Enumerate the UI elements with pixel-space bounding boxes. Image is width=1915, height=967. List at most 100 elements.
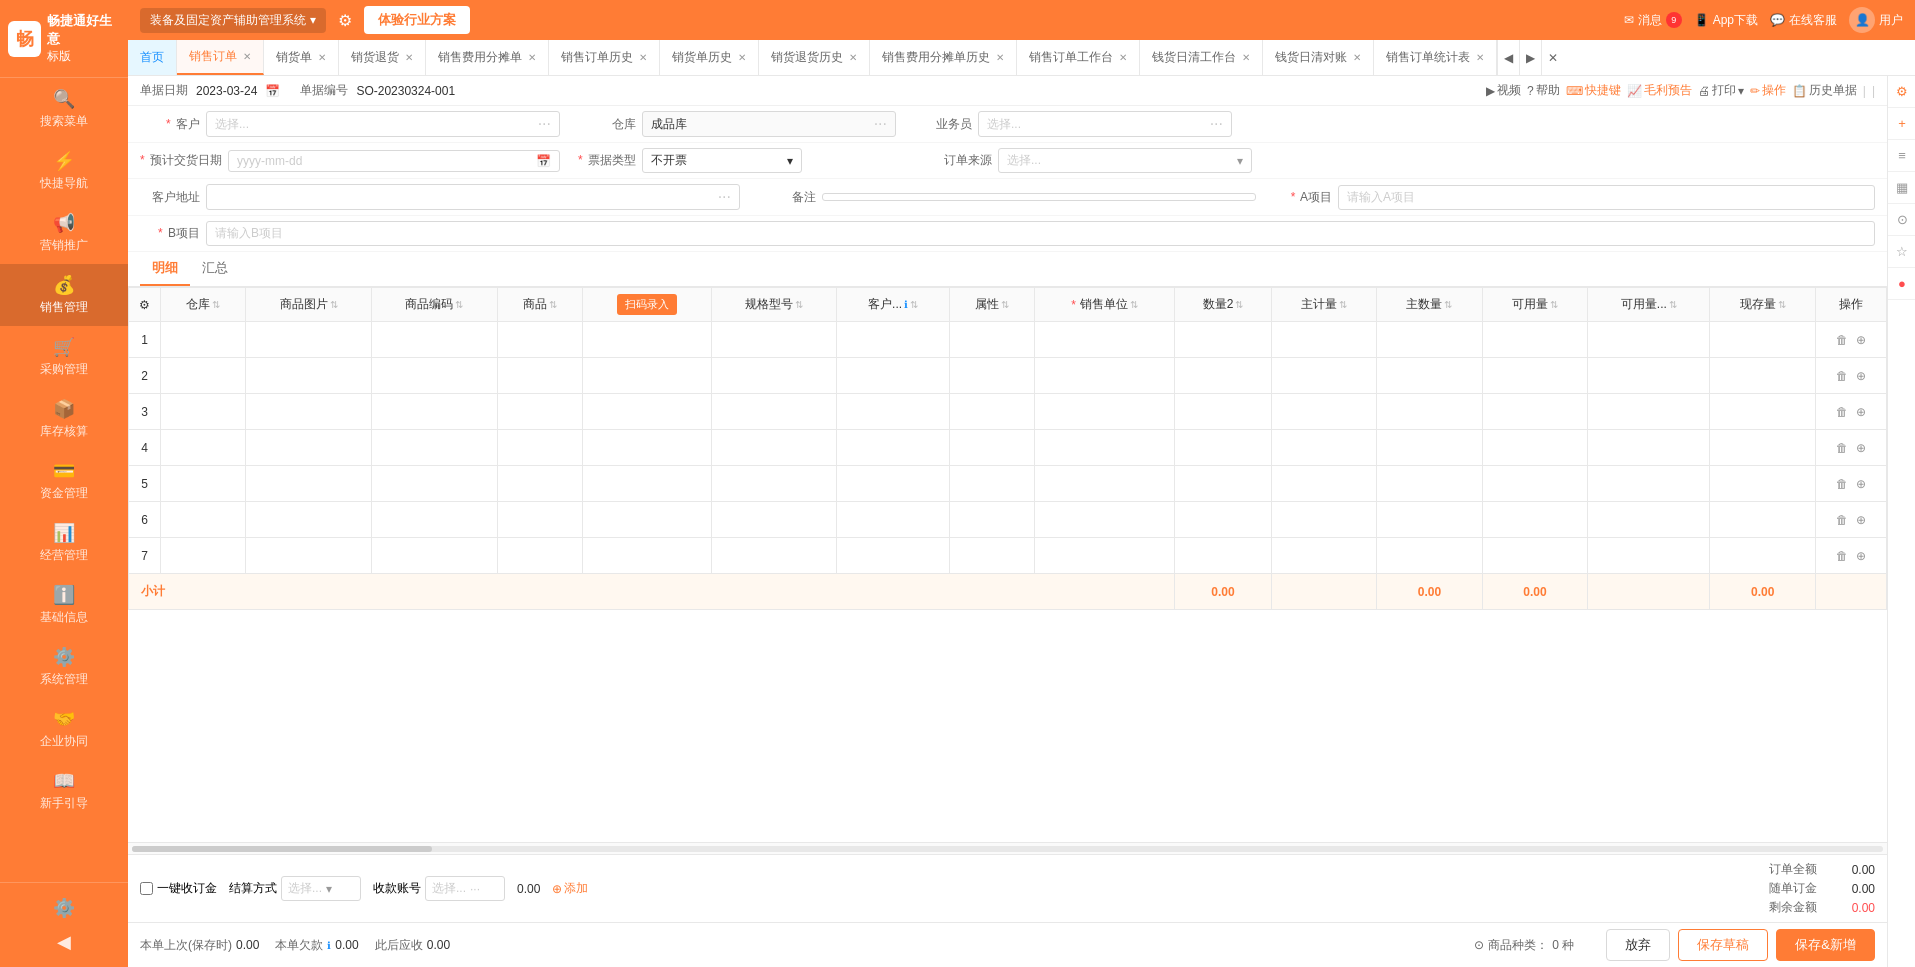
sidebar-item-sales[interactable]: 💰 销售管理 (0, 264, 128, 326)
tab-close-stats[interactable]: ✕ (1476, 52, 1484, 63)
help-btn[interactable]: ? 帮助 (1527, 82, 1560, 99)
row-3-munit[interactable] (1271, 394, 1376, 430)
row-7-warehouse[interactable] (161, 538, 246, 574)
row-4-unit[interactable] (1035, 430, 1175, 466)
sort-current-icon[interactable]: ⇅ (1778, 299, 1786, 310)
tab-home[interactable]: 首页 (128, 40, 177, 75)
tab-expense[interactable]: 销售费用分摊单 ✕ (426, 40, 549, 75)
sort-avail-icon[interactable]: ⇅ (1550, 299, 1558, 310)
row-3-mqty[interactable] (1377, 394, 1482, 430)
row-6-munit[interactable] (1271, 502, 1376, 538)
invoice-select[interactable]: 不开票 ▾ (642, 148, 802, 173)
row-3-warehouse[interactable] (161, 394, 246, 430)
sidebar-item-search[interactable]: 🔍 搜索菜单 (0, 78, 128, 140)
date-value[interactable]: 2023-03-24 (196, 84, 257, 98)
sort-warehouse-icon[interactable]: ⇅ (212, 299, 220, 310)
view-video-btn[interactable]: ▶ 视频 (1486, 82, 1521, 99)
payment-select[interactable]: 选择... ▾ (281, 876, 361, 901)
row-5-ccode[interactable] (837, 466, 949, 502)
row-4-munit[interactable] (1271, 430, 1376, 466)
row-7-unit[interactable] (1035, 538, 1175, 574)
app-download-btn[interactable]: 📱 App下载 (1694, 12, 1758, 29)
row-1-delete-icon[interactable]: 🗑 (1836, 333, 1848, 347)
note-input[interactable] (822, 193, 1256, 201)
row-6-spec[interactable] (711, 502, 837, 538)
row-1-copy-icon[interactable]: ⊕ (1856, 333, 1866, 347)
save-new-button[interactable]: 保存&新增 (1776, 929, 1875, 961)
customer-addr-input[interactable]: ··· (206, 184, 740, 210)
row-3-copy-icon[interactable]: ⊕ (1856, 405, 1866, 419)
one-click-checkbox[interactable]: 一键收订金 (140, 880, 217, 897)
a-project-input[interactable]: 请输入A项目 (1338, 185, 1875, 210)
row-1-spec[interactable] (711, 322, 837, 358)
sort-unit-icon[interactable]: ⇅ (1130, 299, 1138, 310)
tab-close-sales[interactable]: ✕ (318, 52, 326, 63)
system-title[interactable]: 装备及固定资产辅助管理系统 ▾ (140, 8, 326, 33)
tab-stats[interactable]: 销售订单统计表 ✕ (1374, 40, 1497, 75)
row-4-spec[interactable] (711, 430, 837, 466)
row-6-unit[interactable] (1035, 502, 1175, 538)
add-account-btn[interactable]: ⊕ 添加 (552, 880, 588, 897)
account-select[interactable]: 选择... ··· (425, 876, 505, 901)
row-2-attr[interactable] (949, 358, 1034, 394)
row-2-mqty[interactable] (1377, 358, 1482, 394)
row-5-warehouse[interactable] (161, 466, 246, 502)
order-source-input[interactable]: 选择... ▾ (998, 148, 1252, 173)
sort-image-icon[interactable]: ⇅ (330, 299, 338, 310)
row-2-spec[interactable] (711, 358, 837, 394)
message-btn[interactable]: ✉ 消息 9 (1624, 12, 1682, 29)
sort-code-icon[interactable]: ⇅ (455, 299, 463, 310)
row-2-avail2[interactable] (1588, 358, 1710, 394)
row-7-attr[interactable] (949, 538, 1034, 574)
info-debt-icon[interactable]: ℹ (327, 940, 331, 951)
row-3-delete-icon[interactable]: 🗑 (1836, 405, 1848, 419)
row-6-current[interactable] (1710, 502, 1815, 538)
side-icon-star[interactable]: ☆ (1888, 236, 1915, 268)
row-7-avail2[interactable] (1588, 538, 1710, 574)
row-6-avail2[interactable] (1588, 502, 1710, 538)
row-3-avail2[interactable] (1588, 394, 1710, 430)
side-icon-settings[interactable]: ⚙ (1888, 76, 1915, 108)
sidebar-collapse-btn[interactable]: ◀ (0, 925, 128, 959)
row-4-mqty[interactable] (1377, 430, 1482, 466)
row-7-qty2[interactable] (1175, 538, 1272, 574)
row-5-mqty[interactable] (1377, 466, 1482, 502)
row-2-warehouse[interactable] (161, 358, 246, 394)
row-3-product[interactable] (497, 394, 582, 430)
salesperson-more-icon[interactable]: ··· (1210, 115, 1223, 133)
row-7-image[interactable] (246, 538, 372, 574)
tab-detail[interactable]: 明细 (140, 252, 190, 286)
row-2-copy-icon[interactable]: ⊕ (1856, 369, 1866, 383)
tab-expense-history[interactable]: 销售费用分摊单历史 ✕ (870, 40, 1017, 75)
tab-return[interactable]: 销货退货 ✕ (339, 40, 426, 75)
row-1-mqty[interactable] (1377, 322, 1482, 358)
row-7-munit[interactable] (1271, 538, 1376, 574)
row-1-munit[interactable] (1271, 322, 1376, 358)
row-5-image[interactable] (246, 466, 372, 502)
online-service-btn[interactable]: 💬 在线客服 (1770, 12, 1837, 29)
row-1-attr[interactable] (949, 322, 1034, 358)
row-4-code[interactable] (371, 430, 497, 466)
tab-close-order-history[interactable]: ✕ (639, 52, 647, 63)
row-7-code[interactable] (371, 538, 497, 574)
tab-return-history[interactable]: 销货退货历史 ✕ (759, 40, 870, 75)
row-5-munit[interactable] (1271, 466, 1376, 502)
tab-order-history[interactable]: 销售订单历史 ✕ (549, 40, 660, 75)
info-icon[interactable]: ℹ (904, 299, 908, 310)
row-4-avail[interactable] (1482, 430, 1587, 466)
tab-close-expense-history[interactable]: ✕ (996, 52, 1004, 63)
row-7-current[interactable] (1710, 538, 1815, 574)
row-2-ccode[interactable] (837, 358, 949, 394)
row-6-image[interactable] (246, 502, 372, 538)
row-3-ccode[interactable] (837, 394, 949, 430)
row-4-warehouse[interactable] (161, 430, 246, 466)
row-2-avail[interactable] (1482, 358, 1587, 394)
sidebar-item-marketing[interactable]: 📢 营销推广 (0, 202, 128, 264)
customer-more-icon[interactable]: ··· (538, 115, 551, 133)
tab-close-return-history[interactable]: ✕ (849, 52, 857, 63)
row-1-image[interactable] (246, 322, 372, 358)
row-6-qty2[interactable] (1175, 502, 1272, 538)
delivery-input[interactable]: yyyy-mm-dd 📅 (228, 150, 560, 172)
solution-button[interactable]: 体验行业方案 (364, 6, 470, 34)
row-4-delete-icon[interactable]: 🗑 (1836, 441, 1848, 455)
